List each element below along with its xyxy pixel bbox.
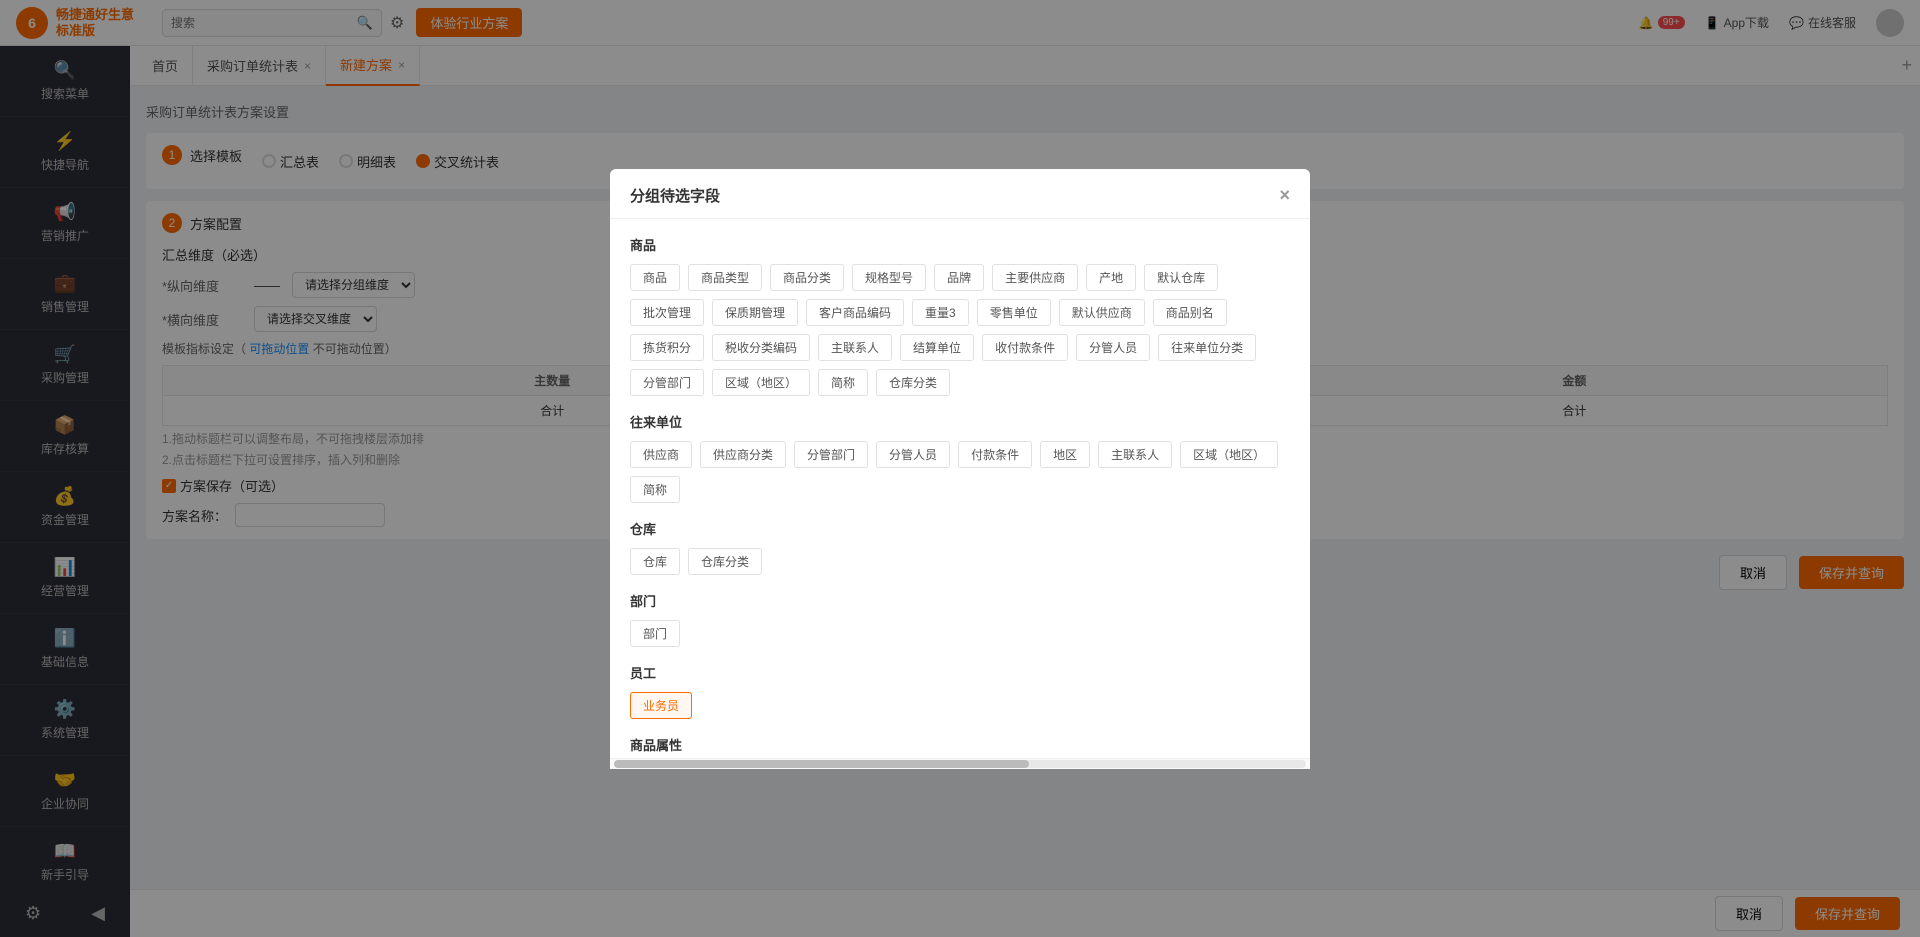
- field-tag[interactable]: 分管部门: [794, 441, 868, 468]
- field-tag[interactable]: 默认供应商: [1059, 299, 1145, 326]
- modal-hscroll[interactable]: [610, 758, 1310, 768]
- field-tag[interactable]: 批次管理: [630, 299, 704, 326]
- field-select-modal: 分组待选字段 × 商品 商品 商品类型 商品分类 规格型号 品牌 主要供应商 产…: [610, 169, 1310, 769]
- hscroll-track: [614, 760, 1306, 768]
- section-product-title: 商品: [630, 235, 1290, 254]
- section-partner-title: 往来单位: [630, 412, 1290, 431]
- field-tag[interactable]: 品牌: [934, 264, 984, 291]
- section-product-attr-title: 商品属性: [630, 735, 1290, 754]
- field-tag[interactable]: 分管人员: [1076, 334, 1150, 361]
- field-tag[interactable]: 仓库: [630, 548, 680, 575]
- field-tag[interactable]: 主要供应商: [992, 264, 1078, 291]
- section-warehouse-title: 仓库: [630, 519, 1290, 538]
- section-dept-title: 部门: [630, 591, 1290, 610]
- section-dept-fields: 部门: [630, 620, 1290, 647]
- field-tag[interactable]: 部门: [630, 620, 680, 647]
- field-tag[interactable]: 主联系人: [818, 334, 892, 361]
- field-tag[interactable]: 零售单位: [977, 299, 1051, 326]
- modal-header: 分组待选字段 ×: [610, 169, 1310, 219]
- modal-body: 商品 商品 商品类型 商品分类 规格型号 品牌 主要供应商 产地 默认仓库 批次…: [610, 219, 1310, 759]
- modal-title: 分组待选字段: [630, 185, 720, 206]
- field-tag[interactable]: 拣货积分: [630, 334, 704, 361]
- section-product-fields: 商品 商品类型 商品分类 规格型号 品牌 主要供应商 产地 默认仓库 批次管理 …: [630, 264, 1290, 396]
- field-tag-selected[interactable]: 业务员: [630, 692, 692, 719]
- field-tag[interactable]: 往来单位分类: [1158, 334, 1256, 361]
- section-warehouse-fields: 仓库 仓库分类: [630, 548, 1290, 575]
- section-partner-fields: 供应商 供应商分类 分管部门 分管人员 付款条件 地区 主联系人 区域（地区） …: [630, 441, 1290, 503]
- field-tag[interactable]: 产地: [1086, 264, 1136, 291]
- field-tag[interactable]: 仓库分类: [876, 369, 950, 396]
- modal-close-button[interactable]: ×: [1279, 185, 1290, 206]
- section-employee-title: 员工: [630, 663, 1290, 682]
- field-tag[interactable]: 结算单位: [900, 334, 974, 361]
- field-tag[interactable]: 分管人员: [876, 441, 950, 468]
- field-tag[interactable]: 商品别名: [1153, 299, 1227, 326]
- hscroll-thumb: [614, 760, 1029, 768]
- field-tag[interactable]: 付款条件: [958, 441, 1032, 468]
- field-tag[interactable]: 默认仓库: [1144, 264, 1218, 291]
- field-tag[interactable]: 简称: [818, 369, 868, 396]
- field-tag[interactable]: 区域（地区）: [1180, 441, 1278, 468]
- field-tag[interactable]: 地区: [1040, 441, 1090, 468]
- field-tag[interactable]: 重量3: [912, 299, 969, 326]
- field-tag[interactable]: 商品类型: [688, 264, 762, 291]
- field-tag[interactable]: 商品分类: [770, 264, 844, 291]
- field-tag[interactable]: 供应商: [630, 441, 692, 468]
- field-tag[interactable]: 收付款条件: [982, 334, 1068, 361]
- field-tag[interactable]: 规格型号: [852, 264, 926, 291]
- field-tag[interactable]: 商品: [630, 264, 680, 291]
- field-tag[interactable]: 客户商品编码: [806, 299, 904, 326]
- field-tag[interactable]: 主联系人: [1098, 441, 1172, 468]
- field-tag[interactable]: 供应商分类: [700, 441, 786, 468]
- field-tag[interactable]: 保质期管理: [712, 299, 798, 326]
- field-tag[interactable]: 区域（地区）: [712, 369, 810, 396]
- section-employee-fields: 业务员: [630, 692, 1290, 719]
- field-tag[interactable]: 仓库分类: [688, 548, 762, 575]
- field-tag[interactable]: 税收分类编码: [712, 334, 810, 361]
- field-tag[interactable]: 分管部门: [630, 369, 704, 396]
- field-tag[interactable]: 简称: [630, 476, 680, 503]
